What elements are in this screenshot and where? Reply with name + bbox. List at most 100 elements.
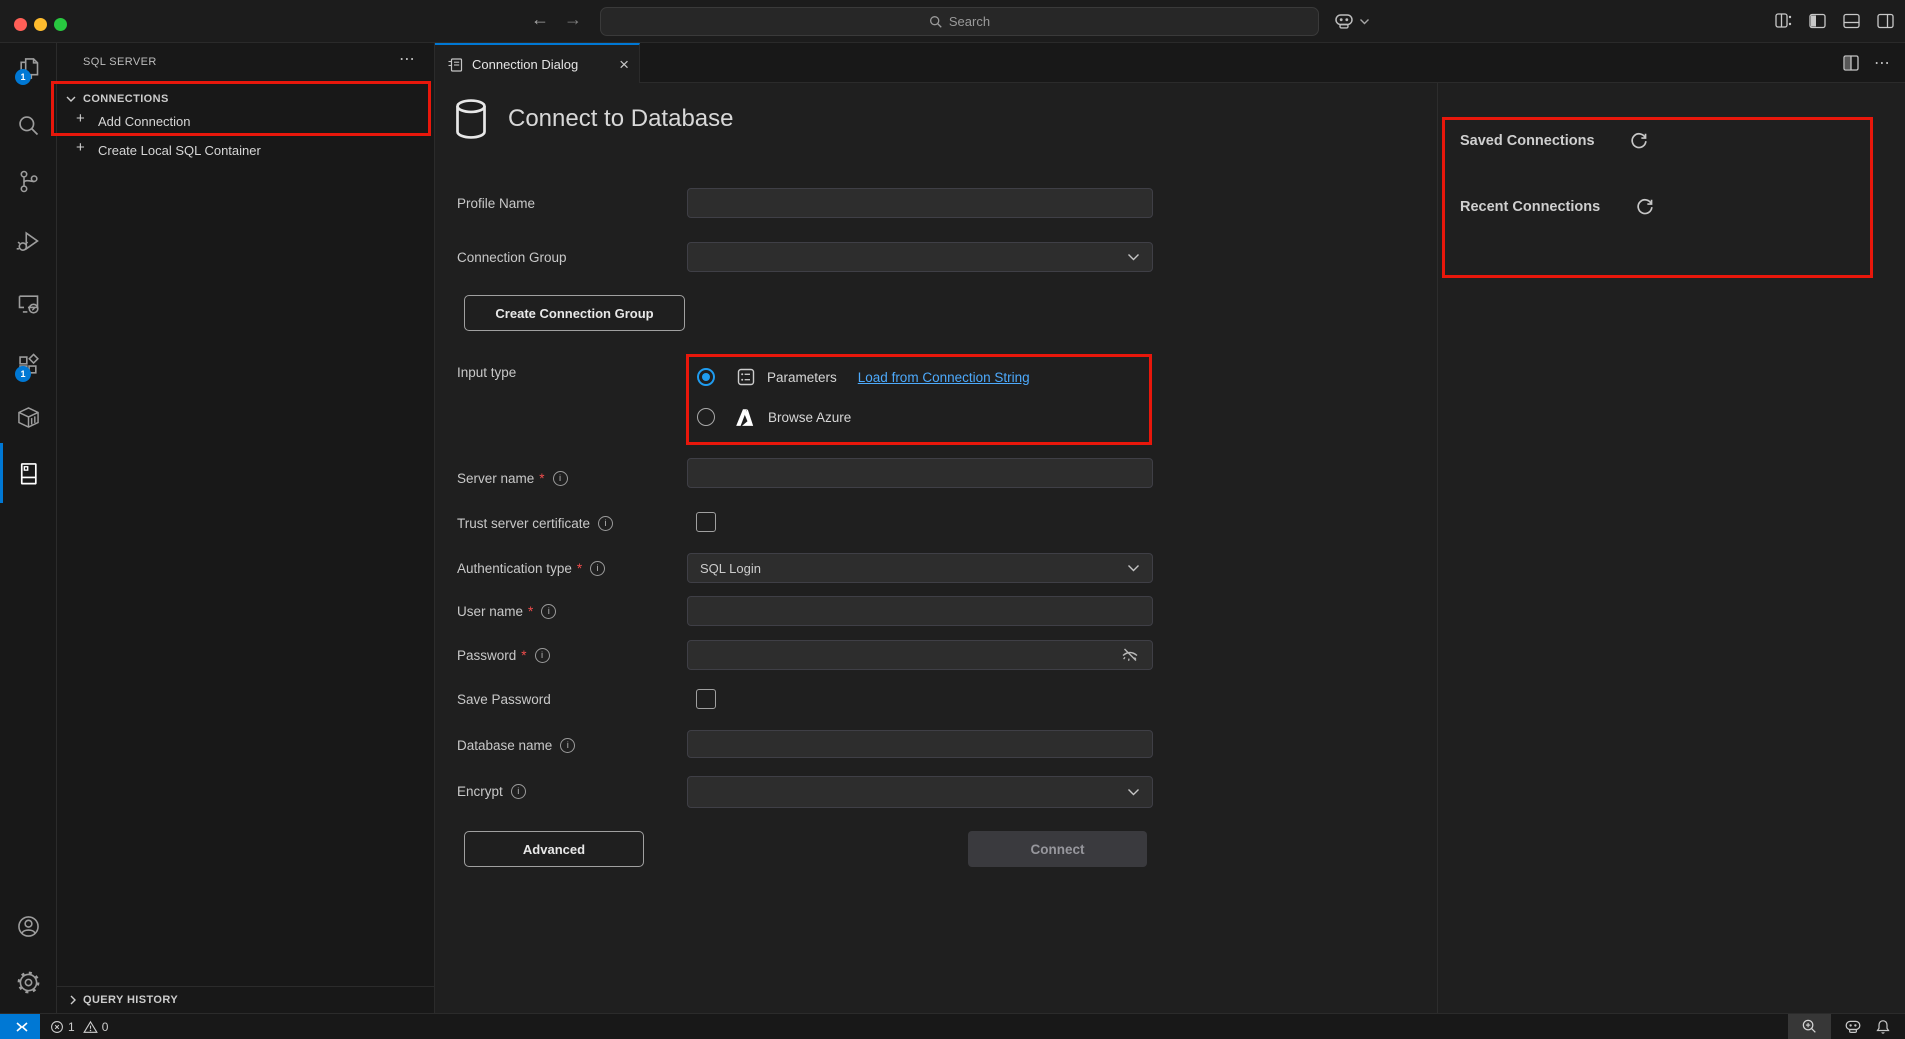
authentication-type-label: Authentication type* i [457,558,605,578]
refresh-saved-connections-icon[interactable] [1630,132,1648,150]
traffic-light-close-icon[interactable] [14,18,27,31]
trust-server-certificate-label: Trust server certificate i [457,513,613,533]
chevron-down-icon [65,93,77,105]
zoom-button[interactable] [1788,1014,1831,1039]
copilot-chevron-down-icon[interactable] [1359,18,1370,26]
database-name-input[interactable] [687,730,1153,758]
search-icon [929,15,943,29]
connect-button[interactable]: Connect [968,831,1147,867]
radio-unselected-icon[interactable] [697,408,715,426]
page-title: Connect to Database [508,105,733,133]
accounts-icon[interactable] [15,913,42,940]
info-icon[interactable]: i [541,604,556,619]
containers-icon[interactable] [15,404,42,431]
user-name-input[interactable] [687,596,1153,626]
input-type-browse-azure-option[interactable]: Browse Azure [687,402,851,432]
query-history-section-header[interactable]: QUERY HISTORY [57,986,434,1013]
traffic-light-zoom-icon[interactable] [54,18,67,31]
profile-name-label: Profile Name [457,193,535,213]
sidebar-item-add-connection[interactable]: + Add Connection [57,109,434,133]
info-icon[interactable]: i [511,784,526,799]
notifications-bell-icon[interactable] [1875,1019,1891,1035]
forward-arrow-icon[interactable]: → [564,9,582,30]
encrypt-dropdown[interactable] [687,776,1153,808]
encrypt-label: Encrypt i [457,781,526,801]
info-icon[interactable]: i [560,738,575,753]
search-input[interactable]: Search [600,7,1319,36]
explorer-badge: 1 [15,69,31,85]
connection-group-dropdown[interactable] [687,242,1153,272]
back-arrow-icon[interactable]: ← [531,9,549,30]
tab-bar: Connection Dialog × ⋯ [435,43,1905,83]
tab-close-icon[interactable]: × [619,56,629,73]
database-name-label: Database name i [457,735,575,755]
input-type-parameters-option[interactable]: Parameters Load from Connection String [687,362,1030,392]
toggle-password-visibility-icon[interactable] [1120,645,1140,665]
parameters-icon [737,368,755,386]
refresh-recent-connections-icon[interactable] [1636,198,1654,216]
saved-connections-header: Saved Connections [1460,133,1595,149]
remote-explorer-icon[interactable] [15,290,42,317]
chevron-down-icon [1127,564,1140,573]
toggle-panel-icon[interactable] [1843,13,1860,29]
editor-area: Connection Dialog × ⋯ [435,43,1905,1013]
editor-more-actions-icon[interactable]: ⋯ [1874,53,1891,73]
customize-layout-icon[interactable] [1775,13,1792,29]
split-editor-icon[interactable] [1842,54,1860,72]
sql-server-view-icon[interactable] [15,460,42,487]
recent-connections-header: Recent Connections [1460,199,1600,215]
remote-icon [12,1020,28,1034]
toggle-primary-sidebar-icon[interactable] [1809,13,1826,29]
activity-bar: 1 [0,43,57,1013]
connections-section-label: CONNECTIONS [83,93,169,105]
settings-gear-icon[interactable] [15,969,42,996]
info-icon[interactable]: i [535,648,550,663]
advanced-button[interactable]: Advanced [464,831,644,867]
server-name-input[interactable] [687,458,1153,488]
connection-group-label: Connection Group [457,247,567,267]
load-from-connection-string-link[interactable]: Load from Connection String [858,370,1030,385]
connection-dialog-tab-icon [447,56,464,73]
create-connection-group-button[interactable]: Create Connection Group [464,295,685,331]
errors-count: 1 [68,1020,75,1034]
connection-dialog-webview: Connect to Database Profile Name Connect… [435,83,1905,1013]
tab-label: Connection Dialog [472,57,578,72]
query-history-label: QUERY HISTORY [83,994,178,1006]
search-view-icon[interactable] [15,112,42,139]
sidebar-sql-server: SQL SERVER ⋯ CONNECTIONS + Add Connectio… [57,43,435,1013]
add-connection-label: Add Connection [98,114,191,129]
browse-azure-label: Browse Azure [768,410,851,425]
errors-icon [50,1020,64,1034]
problems-indicator[interactable]: 1 0 [50,1020,108,1034]
tab-connection-dialog[interactable]: Connection Dialog × [435,43,640,83]
status-bar: 1 0 [0,1013,1905,1039]
radio-selected-icon[interactable] [697,368,715,386]
remote-indicator[interactable] [0,1014,40,1039]
profile-name-input[interactable] [687,188,1153,218]
sidebar-more-actions-icon[interactable]: ⋯ [399,49,416,69]
run-debug-icon[interactable] [15,228,42,255]
trust-server-certificate-checkbox[interactable] [696,512,716,532]
info-icon[interactable]: i [598,516,613,531]
source-control-icon[interactable] [15,168,42,195]
connections-section-header[interactable]: CONNECTIONS [57,87,434,111]
authentication-type-dropdown[interactable]: SQL Login [687,553,1153,583]
traffic-light-minimize-icon[interactable] [34,18,47,31]
info-icon[interactable]: i [553,471,568,486]
input-type-label: Input type [457,362,516,382]
search-placeholder: Search [949,14,990,29]
copilot-status-icon[interactable] [1843,1018,1863,1035]
create-local-sql-container-label: Create Local SQL Container [98,143,261,158]
password-input[interactable] [687,640,1153,670]
password-label: Password* i [457,645,550,665]
copilot-icon[interactable] [1333,11,1355,31]
info-icon[interactable]: i [590,561,605,576]
parameters-label: Parameters [767,370,837,385]
chevron-down-icon [1127,253,1140,262]
save-password-checkbox[interactable] [696,689,716,709]
sidebar-item-create-local-sql-container[interactable]: + Create Local SQL Container [57,138,434,162]
toggle-secondary-sidebar-icon[interactable] [1877,13,1894,29]
panel-divider [1437,83,1438,1013]
chevron-down-icon [1127,788,1140,797]
title-bar: ← → Search [0,0,1905,43]
